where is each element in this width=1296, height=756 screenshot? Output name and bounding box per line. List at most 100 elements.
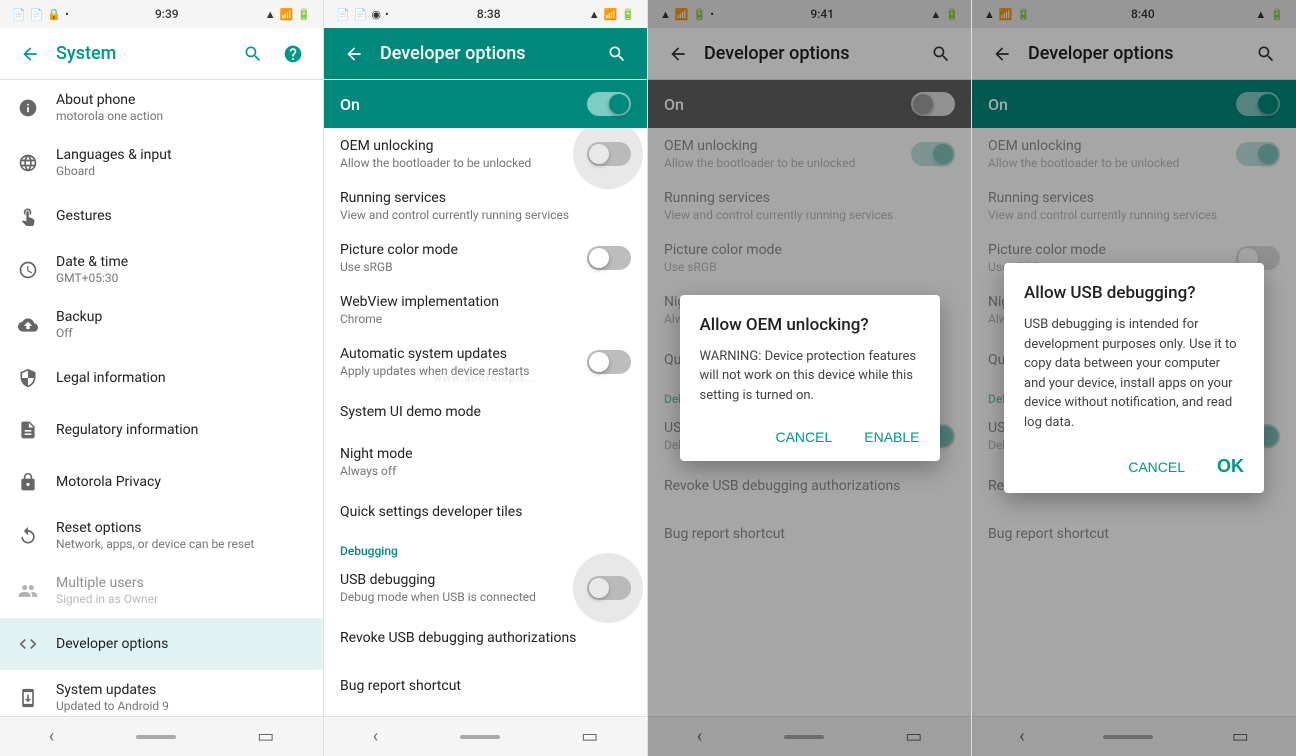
setting-legal[interactable]: Legal information: [0, 352, 323, 404]
oem-item-wrapper: OEM unlocking Allow the bootloader to be…: [324, 128, 647, 180]
lock-icon: 🔒: [47, 8, 61, 21]
status-icons-right-p2: ▲ 📶 🔋: [589, 8, 635, 21]
usb-cancel-button[interactable]: Cancel: [1116, 448, 1197, 485]
panel-usb-dialog: ▲ 📶 🔋 8:40 ▲ 🔋 Developer options On OEM …: [972, 0, 1296, 756]
gestures-text: Gestures: [56, 208, 307, 224]
updates-icon: [16, 686, 40, 710]
usb-toggle-p2[interactable]: [587, 576, 631, 600]
running-services-text: Running services View and control curren…: [340, 190, 631, 222]
setting-date-time[interactable]: Date & time GMT+05:30: [0, 242, 323, 297]
reset-icon: [16, 524, 40, 548]
setting-system-updates[interactable]: System updates Updated to Android 9: [0, 670, 323, 716]
oem-toggle-p2[interactable]: [587, 142, 631, 166]
battery-icon-p2: 🔋: [621, 8, 635, 21]
privacy-text: Motorola Privacy: [56, 474, 307, 490]
oem-unlocking-item-p2[interactable]: OEM unlocking Allow the bootloader to be…: [324, 128, 647, 180]
reset-subtitle: Network, apps, or device can be reset: [56, 537, 307, 551]
app-bar-p2: Developer options: [324, 28, 647, 80]
legal-title: Legal information: [56, 370, 307, 386]
reset-title: Reset options: [56, 520, 307, 536]
languages-subtitle: Gboard: [56, 164, 307, 178]
setting-gestures[interactable]: Gestures: [0, 190, 323, 242]
oem-cancel-button[interactable]: Cancel: [763, 421, 844, 453]
back-button-p1[interactable]: [16, 40, 44, 68]
back-button-p2[interactable]: [340, 40, 368, 68]
picture-color-subtitle: Use sRGB: [340, 260, 575, 274]
usb-dialog-title: Allow USB debugging?: [1004, 283, 1264, 315]
bug-report-item-p2[interactable]: Bug report shortcut: [324, 662, 647, 710]
setting-languages[interactable]: Languages & input Gboard: [0, 135, 323, 190]
back-nav-p1[interactable]: ‹: [33, 718, 70, 755]
picture-toggle-thumb: [589, 248, 609, 268]
backup-subtitle: Off: [56, 326, 307, 340]
system-ui-demo-text: System UI demo mode: [340, 404, 631, 420]
search-button-p1[interactable]: [239, 40, 267, 68]
auto-updates-thumb: [589, 352, 609, 372]
search-button-p2[interactable]: [603, 40, 631, 68]
status-bar-p2: 📄 📄 ◉ • 8:38 ▲ 📶 🔋: [324, 0, 647, 28]
recents-nav-p1[interactable]: ▭: [241, 718, 290, 755]
quick-settings-item-p2[interactable]: Quick settings developer tiles: [324, 488, 647, 536]
system-updates-title: System updates: [56, 682, 307, 698]
auto-updates-toggle-p2[interactable]: [587, 350, 631, 374]
bottom-nav-p1: ‹ ▭: [0, 716, 323, 756]
setting-about-phone[interactable]: About phone motorola one action: [0, 80, 323, 135]
setting-regulatory[interactable]: Regulatory information: [0, 404, 323, 456]
usb-ok-button[interactable]: OK: [1205, 448, 1256, 485]
bottom-nav-p2: ‹ ▭: [324, 716, 647, 756]
picture-color-toggle-p2[interactable]: [587, 246, 631, 270]
setting-backup[interactable]: Backup Off: [0, 297, 323, 352]
languages-icon: [16, 151, 40, 175]
picture-color-item-p2[interactable]: Picture color mode Use sRGB: [324, 232, 647, 284]
quick-settings-text: Quick settings developer tiles: [340, 504, 631, 520]
usb-debugging-item-p2[interactable]: USB debugging Debug mode when USB is con…: [324, 562, 647, 614]
back-nav-p2[interactable]: ‹: [357, 718, 394, 755]
home-nav-p2[interactable]: [460, 735, 500, 739]
panel-system: 📄 📄 🔒 • 9:39 ▲ 📶 🔋 System: [0, 0, 324, 756]
setting-developer-options[interactable]: Developer options: [0, 618, 323, 670]
revoke-usb-title: Revoke USB debugging authorizations: [340, 630, 631, 646]
night-mode-text: Night mode Always off: [340, 446, 631, 478]
usb-dialog-overlay: Allow USB debugging? USB debugging is in…: [972, 0, 1296, 756]
home-nav-p1[interactable]: [136, 735, 176, 739]
webview-item-p2[interactable]: WebView implementation Chrome: [324, 284, 647, 336]
app-bar-p1: System: [0, 28, 323, 80]
about-phone-title: About phone: [56, 92, 307, 108]
setting-reset-options[interactable]: Reset options Network, apps, or device c…: [0, 508, 323, 563]
signal-icon: 📶: [280, 8, 294, 21]
dev-options-title: Developer options: [56, 636, 307, 652]
time-display-p2: 8:38: [477, 7, 501, 21]
gestures-title: Gestures: [56, 208, 307, 224]
regulatory-text: Regulatory information: [56, 422, 307, 438]
privacy-icon: [16, 470, 40, 494]
auto-updates-title: Automatic system updates: [340, 346, 575, 362]
regulatory-icon: [16, 418, 40, 442]
night-mode-subtitle: Always off: [340, 464, 631, 478]
developer-toggle-p2[interactable]: [587, 92, 631, 116]
status-icons-left-p2: 📄 📄 ◉ •: [336, 8, 389, 21]
notification-icon: 📄: [12, 8, 26, 21]
auto-updates-subtitle: Apply updates when device restarts: [340, 364, 575, 378]
oem-unlock-dialog: Allow OEM unlocking? WARNING: Device pro…: [680, 295, 940, 462]
webview-subtitle: Chrome: [340, 312, 631, 326]
oem-enable-button[interactable]: Enable: [852, 421, 931, 453]
toggle-thumb-p2: [609, 94, 629, 114]
setting-motorola-privacy[interactable]: Motorola Privacy: [0, 456, 323, 508]
recents-nav-p2[interactable]: ▭: [565, 718, 614, 755]
dot-icon-p2: •: [385, 8, 389, 21]
languages-title: Languages & input: [56, 147, 307, 163]
revoke-usb-item-p2[interactable]: Revoke USB debugging authorizations: [324, 614, 647, 662]
auto-updates-item-p2[interactable]: Automatic system updates Apply updates w…: [324, 336, 647, 388]
gestures-icon: [16, 204, 40, 228]
on-bar-p2[interactable]: On: [324, 80, 647, 128]
oem-unlocking-subtitle: Allow the bootloader to be unlocked: [340, 156, 575, 170]
time-display-p1: 9:39: [155, 7, 179, 21]
running-services-item-p2[interactable]: Running services View and control curren…: [324, 180, 647, 232]
setting-multiple-users[interactable]: Multiple users Signed in as Owner: [0, 563, 323, 618]
legal-icon: [16, 366, 40, 390]
night-mode-item-p2[interactable]: Night mode Always off: [324, 436, 647, 488]
help-button-p1[interactable]: [279, 40, 307, 68]
sim-icon-p2: 📄: [354, 8, 368, 21]
bug-report-title: Bug report shortcut: [340, 678, 631, 694]
system-ui-demo-item-p2[interactable]: System UI demo mode: [324, 388, 647, 436]
